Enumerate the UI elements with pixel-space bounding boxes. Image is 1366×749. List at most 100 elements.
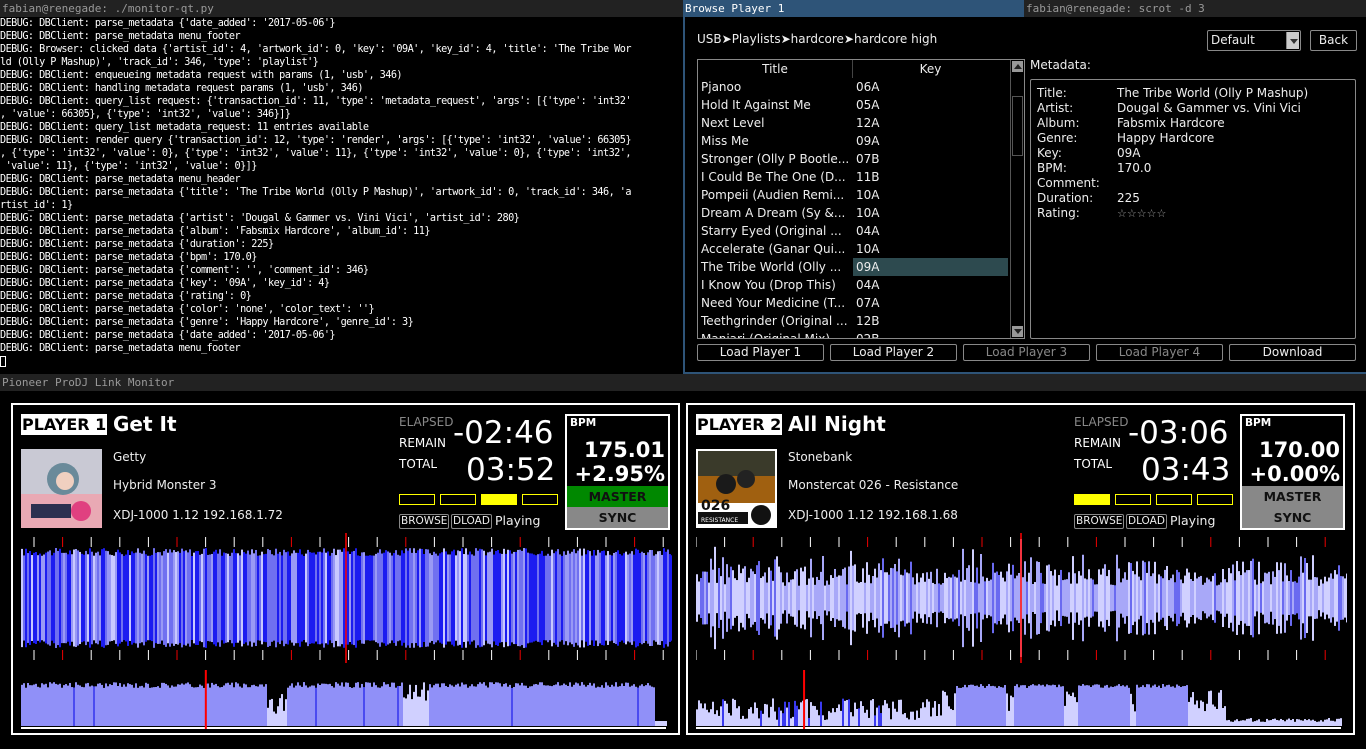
preview-bar — [930, 716, 932, 726]
bpm-value: 170.00 — [1258, 438, 1340, 462]
sort-combo[interactable]: Default — [1207, 30, 1301, 51]
sync-button[interactable]: SYNC — [567, 507, 668, 528]
preview-bar — [1208, 691, 1210, 726]
preview-bar — [85, 683, 87, 726]
track-table[interactable]: Title Key Pjanoo 06A Hold It Against Me 05A… — [697, 59, 1025, 339]
preview-bar — [281, 694, 283, 726]
preview-bar — [920, 708, 922, 726]
download-button[interactable]: Download — [1229, 344, 1356, 361]
preview-bar — [762, 713, 764, 726]
load-player-2-button[interactable]: Load Player 2 — [830, 344, 957, 361]
waveform-bar — [992, 562, 994, 634]
back-button[interactable]: Back — [1310, 30, 1357, 51]
table-row[interactable]: Starry Eyed (Original ... 04A — [698, 222, 1024, 240]
terminal-output[interactable]: DEBUG: DBClient: parse_metadata {'date_a… — [0, 17, 682, 372]
table-row[interactable]: Dream A Dream (Sy &... 10A — [698, 204, 1024, 222]
table-row[interactable]: Next Level 12A — [698, 114, 1024, 132]
waveform-bar — [928, 578, 930, 618]
preview-bar — [409, 684, 411, 726]
browser-titlebar[interactable]: Browse Player 1 — [683, 0, 1024, 17]
remain-label[interactable]: REMAIN — [1074, 436, 1121, 450]
waveform-bar — [892, 568, 894, 628]
preview-bar — [59, 683, 61, 726]
scrot-titlebar[interactable]: fabian@renegade: scrot -d 3 — [1024, 0, 1366, 17]
table-row[interactable]: Teethgrinder (Original ... 12B — [698, 312, 1024, 330]
preview-bar — [764, 703, 766, 726]
waveform-bar — [347, 551, 349, 645]
load-player-3-button[interactable]: Load Player 3 — [963, 344, 1090, 361]
chevron-down-icon[interactable] — [1286, 32, 1299, 49]
waveform-bar — [956, 577, 958, 619]
waveform-bar — [818, 579, 820, 617]
download-button[interactable]: DLOAD — [451, 514, 492, 529]
elapsed-label[interactable]: ELAPSED — [1074, 415, 1128, 429]
waveform-bar — [860, 582, 862, 614]
scroll-thumb[interactable] — [1012, 96, 1023, 156]
monitor-titlebar[interactable]: Pioneer ProDJ Link Monitor — [0, 374, 1366, 391]
preview-bar — [854, 702, 856, 726]
preview-bar — [1164, 686, 1166, 726]
preview-bar — [61, 687, 63, 726]
browse-button[interactable]: BROWSE — [399, 514, 450, 529]
waveform-bar — [529, 553, 531, 643]
waveform-bar — [163, 551, 165, 645]
waveform-bar — [870, 583, 872, 613]
preview-bar — [1240, 720, 1242, 726]
column-header-key[interactable]: Key — [853, 60, 1008, 78]
table-row[interactable]: Pompeii (Audien Remi... 10A — [698, 186, 1024, 204]
elapsed-label[interactable]: ELAPSED — [399, 415, 453, 429]
terminal-line: DEBUG: DBClient: parse_metadata menu_foo… — [0, 343, 241, 354]
load-player-4-button[interactable]: Load Player 4 — [1096, 344, 1223, 361]
terminal-titlebar[interactable]: fabian@renegade: ./monitor-qt.py — [0, 0, 683, 17]
preview-bar — [499, 683, 501, 726]
album-artwork: 026 RESISTANCE — [696, 449, 777, 528]
waveform-bar — [533, 554, 535, 642]
table-row[interactable]: Maniari (Original Mix) 02B — [698, 330, 1024, 338]
table-row[interactable]: Stronger (Olly P Bootle... 07B — [698, 150, 1024, 168]
preview-bar — [704, 703, 706, 726]
sync-button[interactable]: SYNC — [1242, 507, 1343, 528]
preview-bar — [649, 685, 651, 726]
device-info: XDJ-1000 1.12 192.168.1.72 — [113, 508, 283, 522]
preview-bar — [742, 715, 744, 726]
table-scrollbar[interactable] — [1010, 60, 1024, 338]
row-title: Hold It Against Me — [701, 98, 811, 112]
table-row[interactable]: I Could Be The One (D... 11B — [698, 168, 1024, 186]
preview-bar — [900, 699, 902, 726]
table-row[interactable]: Need Your Medicine (T... 07A — [698, 294, 1024, 312]
waveform-bar — [599, 552, 601, 644]
waveform-bar — [780, 572, 782, 624]
preview-bar — [882, 705, 884, 726]
waveform-bar — [856, 581, 858, 615]
master-button[interactable]: MASTER — [1242, 486, 1343, 507]
preview-bar — [95, 686, 97, 726]
waveform-bar — [696, 574, 698, 622]
preview-bar — [1274, 718, 1276, 726]
table-row[interactable]: Hold It Against Me 05A — [698, 96, 1024, 114]
table-row[interactable]: Miss Me 09A — [698, 132, 1024, 150]
total-label: TOTAL — [399, 457, 438, 471]
waveform-bar — [1292, 581, 1294, 615]
load-player-1-button[interactable]: Load Player 1 — [697, 344, 824, 361]
waveform-bar — [509, 550, 511, 646]
preview-bar — [848, 699, 850, 726]
download-button[interactable]: DLOAD — [1126, 514, 1167, 529]
waveform-bar — [800, 567, 802, 629]
browse-button[interactable]: BROWSE — [1074, 514, 1125, 529]
column-header-title[interactable]: Title — [698, 60, 853, 78]
remain-label[interactable]: REMAIN — [399, 436, 446, 450]
waveform-bar — [1140, 580, 1142, 616]
master-button[interactable]: MASTER — [567, 486, 668, 507]
preview-bar — [800, 702, 802, 726]
table-row[interactable]: The Tribe World (Olly ... 09A — [698, 258, 1024, 276]
scroll-up-icon[interactable] — [1012, 61, 1023, 72]
waveform-bar — [970, 581, 972, 615]
waveform-bar — [427, 549, 429, 647]
waveform-bar — [1044, 583, 1046, 613]
scroll-down-icon[interactable] — [1012, 326, 1023, 337]
table-row[interactable]: Accelerate (Ganar Qui... 10A — [698, 240, 1024, 258]
table-row[interactable]: Pjanoo 06A — [698, 78, 1024, 96]
table-row[interactable]: I Know You (Drop This) 04A — [698, 276, 1024, 294]
preview-bar — [1092, 685, 1094, 726]
waveform-bar — [115, 552, 117, 644]
